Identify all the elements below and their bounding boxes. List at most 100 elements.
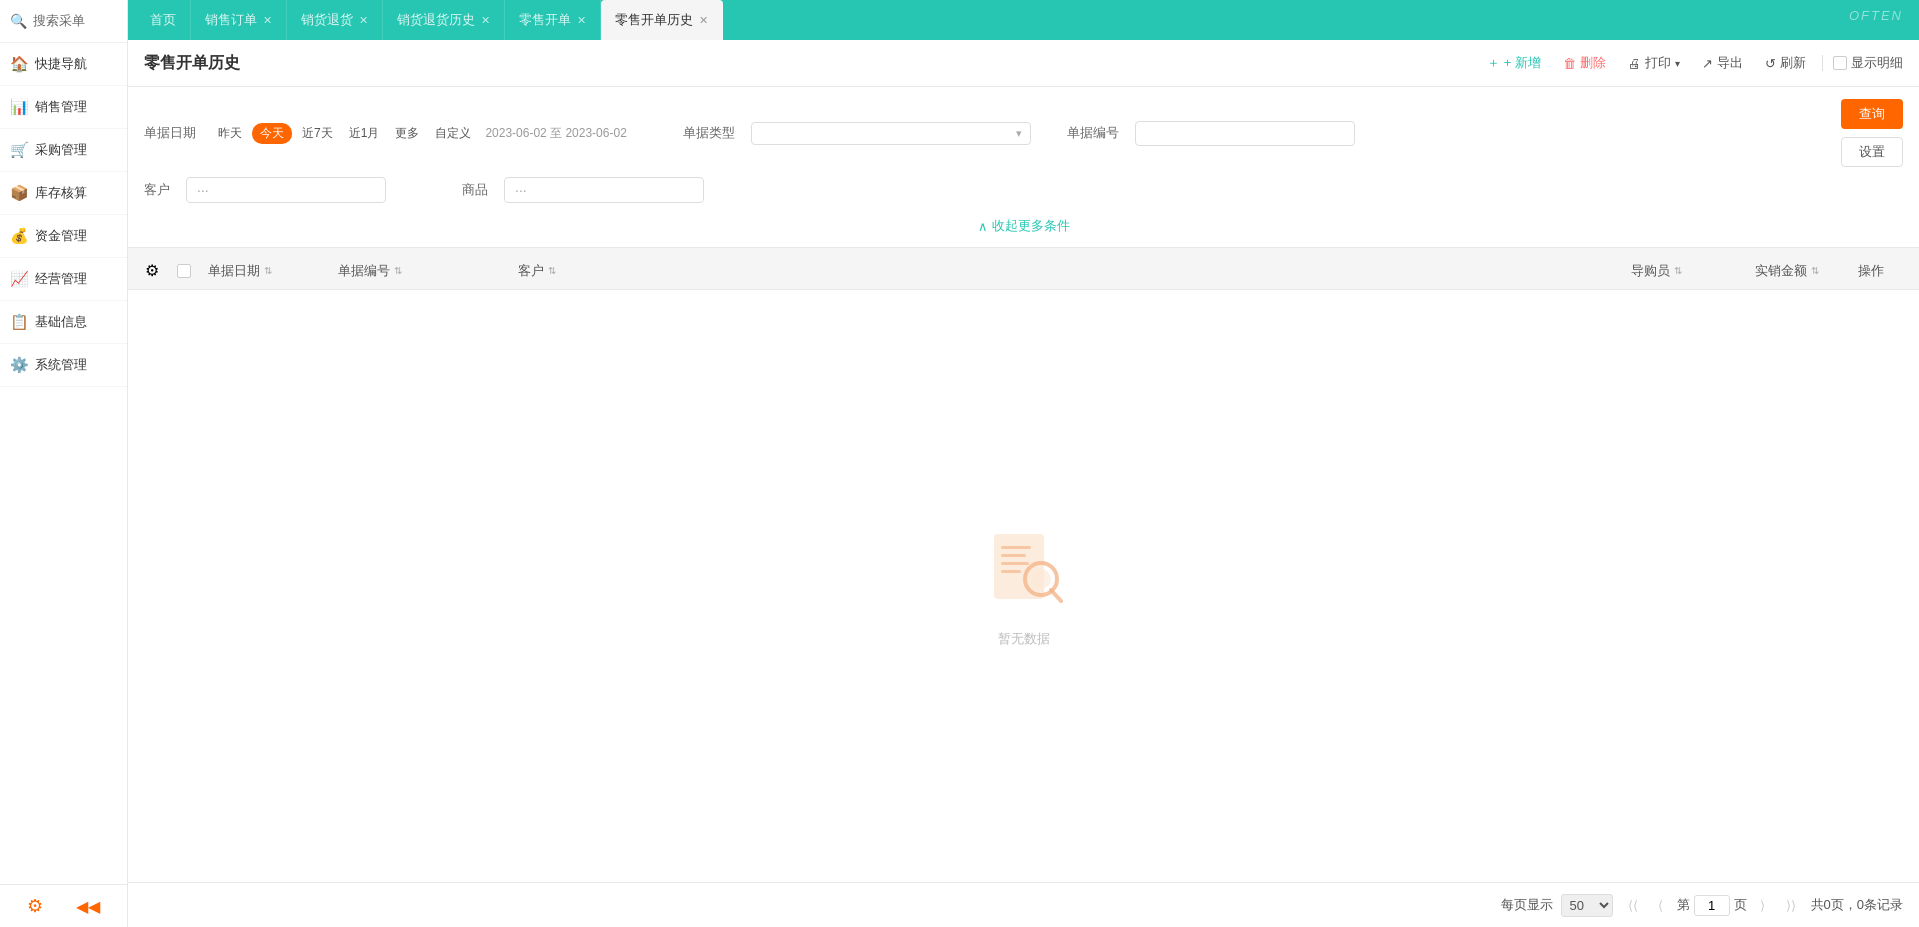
main-area: 首页销售订单✕销货退货✕销货退货历史✕零售开单✕零售开单历史✕OfTEn 零售开… bbox=[128, 0, 1919, 927]
th-date-label: 单据日期 bbox=[208, 262, 260, 280]
tab-label-retail-open: 零售开单 bbox=[519, 11, 571, 29]
date-btn-last1m[interactable]: 近1月 bbox=[343, 123, 386, 144]
svg-line-7 bbox=[1051, 590, 1061, 601]
setting-button[interactable]: 设置 bbox=[1841, 137, 1903, 167]
table-header: ⚙ 单据日期 ⇅ 单据编号 ⇅ 客户 ⇅ 导购员 ⇅ bbox=[128, 252, 1919, 290]
date-btn-today[interactable]: 今天 bbox=[252, 123, 292, 144]
tab-close-sales-order[interactable]: ✕ bbox=[263, 14, 272, 27]
tab-close-retail-open[interactable]: ✕ bbox=[577, 14, 586, 27]
date-btn-yesterday[interactable]: 昨天 bbox=[212, 123, 248, 144]
nav-label-basic-info: 基础信息 bbox=[35, 313, 87, 331]
sidebar-item-sales-mgmt[interactable]: 📊销售管理 bbox=[0, 86, 127, 129]
doc-no-input[interactable] bbox=[1135, 121, 1355, 146]
add-button[interactable]: ＋ + 新增 bbox=[1481, 50, 1547, 76]
nav-icon-quick-nav: 🏠 bbox=[10, 55, 29, 73]
goods-label: 商品 bbox=[462, 181, 488, 199]
settings-bottom-icon[interactable]: ⚙ bbox=[27, 895, 43, 917]
sidebar-bottom: ⚙ ◀◀ bbox=[0, 884, 127, 927]
tab-sales-return-history[interactable]: 销货退货历史✕ bbox=[383, 0, 505, 40]
svg-rect-3 bbox=[1001, 562, 1029, 565]
tab-close-sales-return-history[interactable]: ✕ bbox=[481, 14, 490, 27]
sidebar-item-system-mgmt[interactable]: ⚙️系统管理 bbox=[0, 344, 127, 387]
sort-guide-icon: ⇅ bbox=[1674, 265, 1682, 276]
add-label: + 新增 bbox=[1504, 54, 1541, 72]
tab-sales-order[interactable]: 销售订单 ✕ bbox=[191, 0, 287, 40]
th-docno[interactable]: 单据编号 ⇅ bbox=[330, 262, 510, 280]
page-size-select[interactable]: 50 10 20 100 bbox=[1561, 894, 1613, 917]
export-icon: ↗ bbox=[1702, 56, 1713, 71]
sidebar-search-label: 搜索采单 bbox=[33, 12, 85, 30]
print-chevron-icon: ▾ bbox=[1675, 58, 1680, 69]
sidebar-item-basic-info[interactable]: 📋 基础信息 bbox=[0, 301, 127, 344]
export-button[interactable]: ↗ 导出 bbox=[1696, 50, 1749, 76]
sidebar-item-purchase-mgmt[interactable]: 🛒 采购管理 bbox=[0, 129, 127, 172]
empty-state: 暂无数据 bbox=[128, 290, 1919, 882]
header-checkbox[interactable] bbox=[168, 264, 200, 278]
print-button[interactable]: 🖨 打印 ▾ bbox=[1622, 50, 1686, 76]
nav-icon-basic-info: 📋 bbox=[10, 313, 29, 331]
checkbox-show-detail[interactable] bbox=[1833, 56, 1847, 70]
date-btn-more[interactable]: 更多 bbox=[389, 123, 425, 144]
column-settings-icon[interactable]: ⚙ bbox=[136, 261, 168, 280]
sidebar-item-inventory[interactable]: 📦 库存核算 bbox=[0, 172, 127, 215]
goods-input[interactable]: ··· bbox=[504, 177, 704, 203]
th-customer-label: 客户 bbox=[518, 262, 544, 280]
select-all-checkbox[interactable] bbox=[177, 264, 191, 278]
search-icon: 🔍 bbox=[10, 13, 27, 29]
query-button[interactable]: 查询 bbox=[1841, 99, 1903, 129]
nav-icon-inventory: 📦 bbox=[10, 184, 29, 202]
sidebar-item-operations[interactable]: 📈经营管理 bbox=[0, 258, 127, 301]
tab-close-retail-open-history[interactable]: ✕ bbox=[699, 14, 708, 27]
tab-bar: 首页销售订单✕销货退货✕销货退货历史✕零售开单✕零售开单历史✕OfTEn bbox=[128, 0, 1919, 40]
nav-label-operations: 经营管理 bbox=[35, 270, 87, 288]
th-date[interactable]: 单据日期 ⇅ bbox=[200, 262, 330, 280]
delete-label: 删除 bbox=[1580, 54, 1606, 72]
filter-row-1: 单据日期 昨天 今天 近7天 近1月 更多 自定义 2023-06-02 至 2… bbox=[144, 99, 1903, 167]
sidebar-item-finance[interactable]: 💰资金管理 bbox=[0, 215, 127, 258]
filter-row-2: 客户 ··· 商品 ··· bbox=[144, 177, 1903, 203]
refresh-button[interactable]: ↺ 刷新 bbox=[1759, 50, 1812, 76]
show-detail-toggle[interactable]: 显示明细 bbox=[1833, 54, 1903, 72]
next-page-btn[interactable]: ⟩ bbox=[1751, 893, 1775, 917]
page-total: 共0页，0条记录 bbox=[1811, 896, 1903, 914]
svg-rect-4 bbox=[1001, 570, 1021, 573]
sidebar-search[interactable]: 🔍 搜索采单 bbox=[0, 0, 127, 43]
nav-label-inventory: 库存核算 bbox=[35, 184, 87, 202]
delete-button[interactable]: 🗑 删除 bbox=[1557, 50, 1612, 76]
collapse-label: 收起更多条件 bbox=[992, 217, 1070, 235]
doc-type-select[interactable]: ▾ bbox=[751, 122, 1031, 145]
tab-label-sales-order: 销售订单 bbox=[205, 11, 257, 29]
nav-icon-finance: 💰 bbox=[10, 227, 29, 245]
svg-rect-0 bbox=[994, 534, 1044, 599]
customer-input[interactable]: ··· bbox=[186, 177, 386, 203]
th-guide[interactable]: 导购员 ⇅ bbox=[1623, 262, 1743, 280]
th-customer[interactable]: 客户 ⇅ bbox=[510, 262, 1623, 280]
collapse-bar[interactable]: ∧ 收起更多条件 bbox=[144, 213, 1903, 235]
nav-label-sales-mgmt: 销售管理 bbox=[35, 98, 87, 116]
tab-retail-open-history[interactable]: 零售开单历史 ✕ bbox=[601, 0, 723, 40]
tab-home[interactable]: 首页 bbox=[136, 0, 191, 40]
date-btn-custom[interactable]: 自定义 bbox=[429, 123, 477, 144]
tab-sales-return[interactable]: 销货退货 ✕ bbox=[287, 0, 383, 40]
page-number-input[interactable] bbox=[1694, 895, 1730, 916]
date-btn-last7[interactable]: 近7天 bbox=[296, 123, 339, 144]
prev-page-btn[interactable]: ⟨ bbox=[1649, 893, 1673, 917]
last-page-btn[interactable]: ⟩⟩ bbox=[1779, 893, 1803, 917]
th-guide-label: 导购员 bbox=[1631, 262, 1670, 280]
first-page-btn[interactable]: ⟨⟨ bbox=[1621, 893, 1645, 917]
tab-close-sales-return[interactable]: ✕ bbox=[359, 14, 368, 27]
sidebar-item-quick-nav[interactable]: 🏠快捷导航 bbox=[0, 43, 127, 86]
nav-label-purchase-mgmt: 采购管理 bbox=[35, 141, 87, 159]
nav-icon-purchase-mgmt: 🛒 bbox=[10, 141, 29, 159]
sort-date-icon: ⇅ bbox=[264, 265, 272, 276]
collapse-icon: ∧ bbox=[978, 219, 988, 234]
customer-label: 客户 bbox=[144, 181, 170, 199]
tab-retail-open[interactable]: 零售开单 ✕ bbox=[505, 0, 601, 40]
th-amount[interactable]: 实销金额 ⇅ bbox=[1743, 262, 1831, 280]
tab-label-retail-open-history: 零售开单历史 bbox=[615, 11, 693, 29]
add-icon: ＋ bbox=[1487, 54, 1500, 72]
tab-label-sales-return: 销货退货 bbox=[301, 11, 353, 29]
print-label: 打印 bbox=[1645, 54, 1671, 72]
collapse-sidebar-icon[interactable]: ◀◀ bbox=[76, 897, 100, 916]
page-label-suffix: 页 bbox=[1734, 896, 1747, 914]
